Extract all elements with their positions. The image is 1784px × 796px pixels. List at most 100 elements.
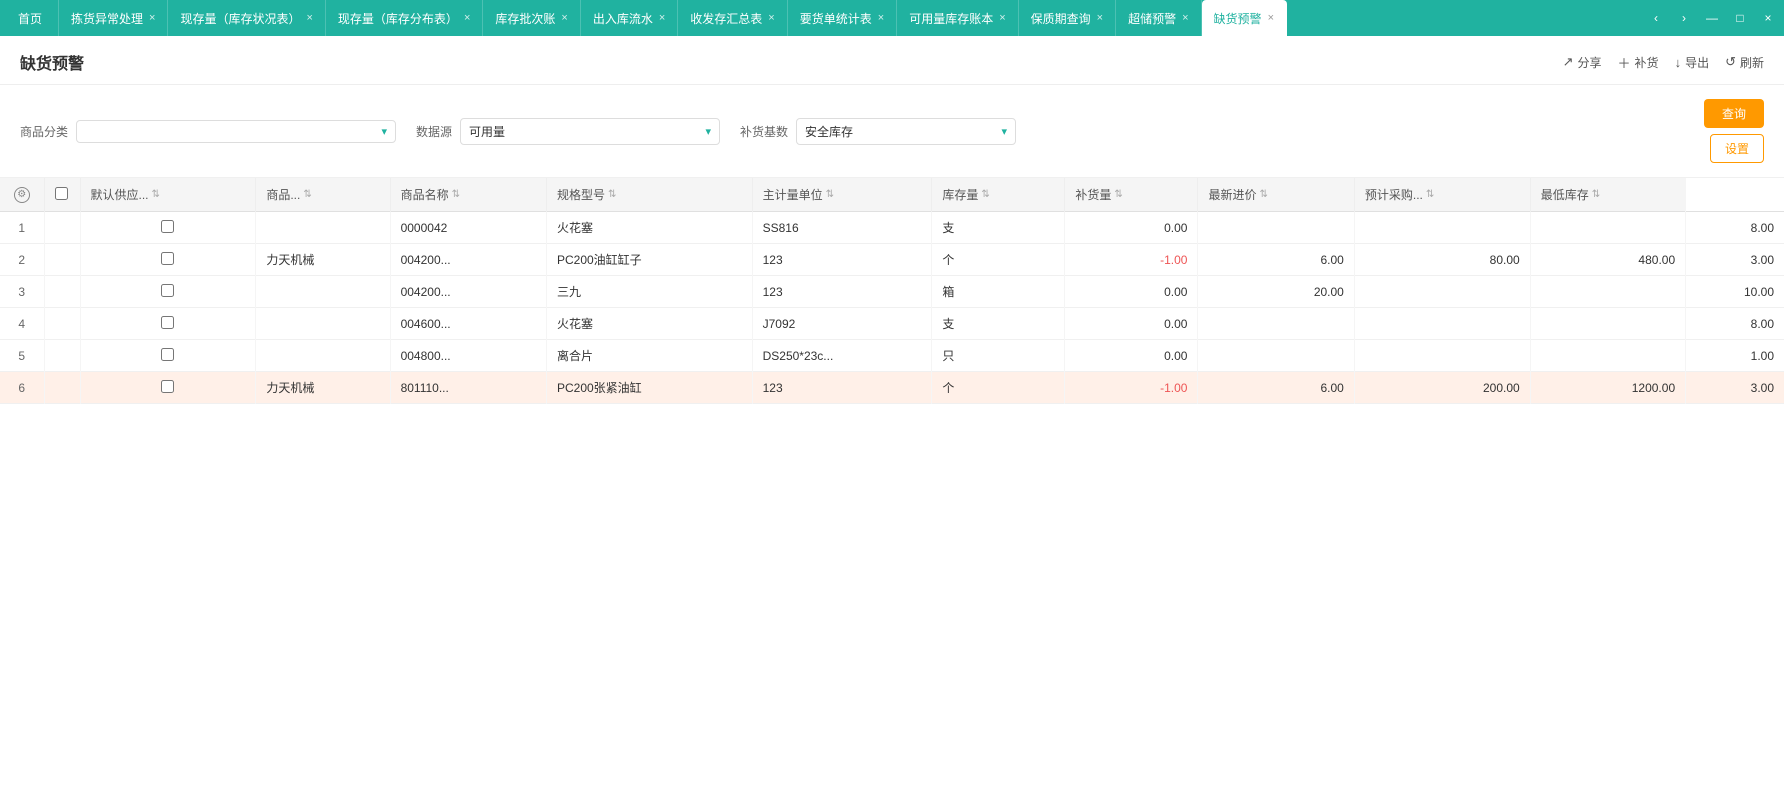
filter-datasource-group: 数据源 可用量 ▾ <box>416 118 720 145</box>
tab-bar: 首页 拣货异常处理×现存量（库存状况表）×现存量（库存分布表）×库存批次账×出入… <box>0 0 1784 36</box>
close-window-icon: × <box>1764 11 1771 25</box>
table-row: 6 力天机械 801110... PC200张紧油缸 123 个 -1.00 6… <box>0 372 1784 404</box>
query-button[interactable]: 查询 <box>1704 99 1764 128</box>
td-unit: 支 <box>932 308 1065 340</box>
td-checkbox[interactable] <box>80 212 256 244</box>
th-unit[interactable]: 主计量单位 ⇅ <box>752 178 932 212</box>
td-product-name: 离合片 <box>546 340 752 372</box>
tab-close-btn[interactable]: × <box>149 12 155 24</box>
th-checkbox <box>44 178 80 212</box>
td-latest-price <box>1354 212 1530 244</box>
td-replenish-qty <box>1198 212 1354 244</box>
export-button[interactable]: ↓ 导出 <box>1675 54 1710 71</box>
tab-close-btn[interactable]: × <box>659 12 665 24</box>
th-min-stock-label: 最低库存 <box>1541 186 1589 203</box>
tab-shortage-warning[interactable]: 缺货预警 × <box>1202 0 1287 36</box>
tab-close-btn[interactable]: × <box>1268 12 1274 24</box>
tab-close-btn[interactable]: × <box>1182 12 1188 24</box>
minimize-btn[interactable]: — <box>1698 0 1726 36</box>
tab-receive-summary[interactable]: 收发存汇总表× <box>678 0 787 36</box>
td-checkbox[interactable] <box>80 372 256 404</box>
share-button[interactable]: ↗ 分享 <box>1563 54 1602 71</box>
filter-replenish-base-group: 补货基数 安全库存 ▾ <box>740 118 1016 145</box>
td-product-code: 0000042 <box>390 212 546 244</box>
tab-label: 缺货预警 <box>1214 10 1262 27</box>
replenish-base-chevron-icon: ▾ <box>1002 125 1008 138</box>
filter-category-label: 商品分类 <box>20 123 68 140</box>
tab-defect-process[interactable]: 拣货异常处理× <box>59 0 168 36</box>
td-default-supplier: 力天机械 <box>256 244 390 276</box>
td-est-purchase: 1200.00 <box>1530 372 1685 404</box>
th-latest-price[interactable]: 最新进价 ⇅ <box>1198 178 1354 212</box>
th-product-code[interactable]: 商品... ⇅ <box>256 178 390 212</box>
th-min-stock[interactable]: 最低库存 ⇅ <box>1530 178 1685 212</box>
row-checkbox[interactable] <box>161 252 174 265</box>
tab-label: 要货单统计表 <box>800 10 872 27</box>
td-checkbox[interactable] <box>80 276 256 308</box>
tab-inventory-dist[interactable]: 现存量（库存分布表）× <box>326 0 483 36</box>
td-row-settings <box>44 372 80 404</box>
maximize-btn[interactable]: □ <box>1726 0 1754 36</box>
tab-close-btn[interactable]: × <box>561 12 567 24</box>
td-spec: SS816 <box>752 212 932 244</box>
th-replenish-qty[interactable]: 补货量 ⇅ <box>1065 178 1198 212</box>
refresh-button[interactable]: ↺ 刷新 <box>1725 54 1764 71</box>
tab-close-btn[interactable]: × <box>306 12 312 24</box>
gear-icon[interactable]: ⚙ <box>14 187 30 203</box>
tab-close-btn[interactable]: × <box>878 12 884 24</box>
td-checkbox[interactable] <box>80 340 256 372</box>
row-checkbox[interactable] <box>161 348 174 361</box>
minimize-icon: — <box>1706 11 1718 25</box>
td-row-num: 3 <box>0 276 44 308</box>
filter-datasource-select[interactable]: 可用量 ▾ <box>460 118 720 145</box>
td-checkbox[interactable] <box>80 308 256 340</box>
row-checkbox[interactable] <box>161 220 174 233</box>
close-window-btn[interactable]: × <box>1754 0 1782 36</box>
select-all-checkbox[interactable] <box>55 187 68 200</box>
setting-button[interactable]: 设置 <box>1710 134 1764 163</box>
table-header-row: ⚙ 默认供应... ⇅ 商品... <box>0 178 1784 212</box>
tab-requisition-stat[interactable]: 要货单统计表 × <box>788 0 897 36</box>
td-stock-qty: 0.00 <box>1065 308 1198 340</box>
tab-close-btn[interactable]: × <box>464 12 470 24</box>
tab-next-btn[interactable]: › <box>1670 0 1698 36</box>
tab-close-btn[interactable]: × <box>999 12 1005 24</box>
th-stock-qty-label: 库存量 <box>942 186 978 203</box>
td-row-num: 5 <box>0 340 44 372</box>
tab-home[interactable]: 首页 <box>2 0 59 36</box>
th-spec[interactable]: 规格型号 ⇅ <box>546 178 752 212</box>
tab-expire-query[interactable]: 保质期查询× <box>1019 0 1116 36</box>
td-product-name: PC200张紧油缸 <box>546 372 752 404</box>
th-product-name[interactable]: 商品名称 ⇅ <box>390 178 546 212</box>
filter-category-select[interactable]: ▾ <box>76 120 396 143</box>
tab-close-btn[interactable]: × <box>1097 12 1103 24</box>
th-default-supplier-label: 默认供应... <box>91 186 149 203</box>
td-stock-qty: -1.00 <box>1065 244 1198 276</box>
td-product-code: 004800... <box>390 340 546 372</box>
tab-prev-btn[interactable]: ‹ <box>1642 0 1670 36</box>
table-row: 2 力天机械 004200... PC200油缸缸子 123 个 -1.00 6… <box>0 244 1784 276</box>
tab-inout-flow[interactable]: 出入库流水× <box>581 0 678 36</box>
td-default-supplier <box>256 308 390 340</box>
page-content: 缺货预警 ↗ 分享 ＋ 补货 ↓ 导出 ↺ 刷新 商品分类 <box>0 36 1784 796</box>
filter-replenish-base-select[interactable]: 安全库存 ▾ <box>796 118 1016 145</box>
tab-batch-account[interactable]: 库存批次账× <box>483 0 580 36</box>
row-checkbox[interactable] <box>161 284 174 297</box>
th-est-purchase[interactable]: 预计采购... ⇅ <box>1354 178 1530 212</box>
td-checkbox[interactable] <box>80 244 256 276</box>
row-checkbox[interactable] <box>161 380 174 393</box>
replenish-button[interactable]: ＋ 补货 <box>1618 53 1659 72</box>
tab-available-ledger[interactable]: 可用量库存账本× <box>897 0 1018 36</box>
td-product-name: 火花塞 <box>546 308 752 340</box>
tab-overstock-warning[interactable]: 超储预警× <box>1116 0 1201 36</box>
th-stock-qty[interactable]: 库存量 ⇅ <box>932 178 1065 212</box>
tab-close-btn[interactable]: × <box>768 12 774 24</box>
th-stock-qty-sort-icon: ⇅ <box>981 189 989 200</box>
filter-right-actions: 查询 设置 <box>1704 99 1764 163</box>
table-row: 4 004600... 火花塞 J7092 支 0.00 8.00 <box>0 308 1784 340</box>
td-latest-price <box>1354 308 1530 340</box>
row-checkbox[interactable] <box>161 316 174 329</box>
share-icon: ↗ <box>1563 54 1574 70</box>
tab-inventory-status[interactable]: 现存量（库存状况表）× <box>168 0 325 36</box>
th-default-supplier[interactable]: 默认供应... ⇅ <box>80 178 256 212</box>
